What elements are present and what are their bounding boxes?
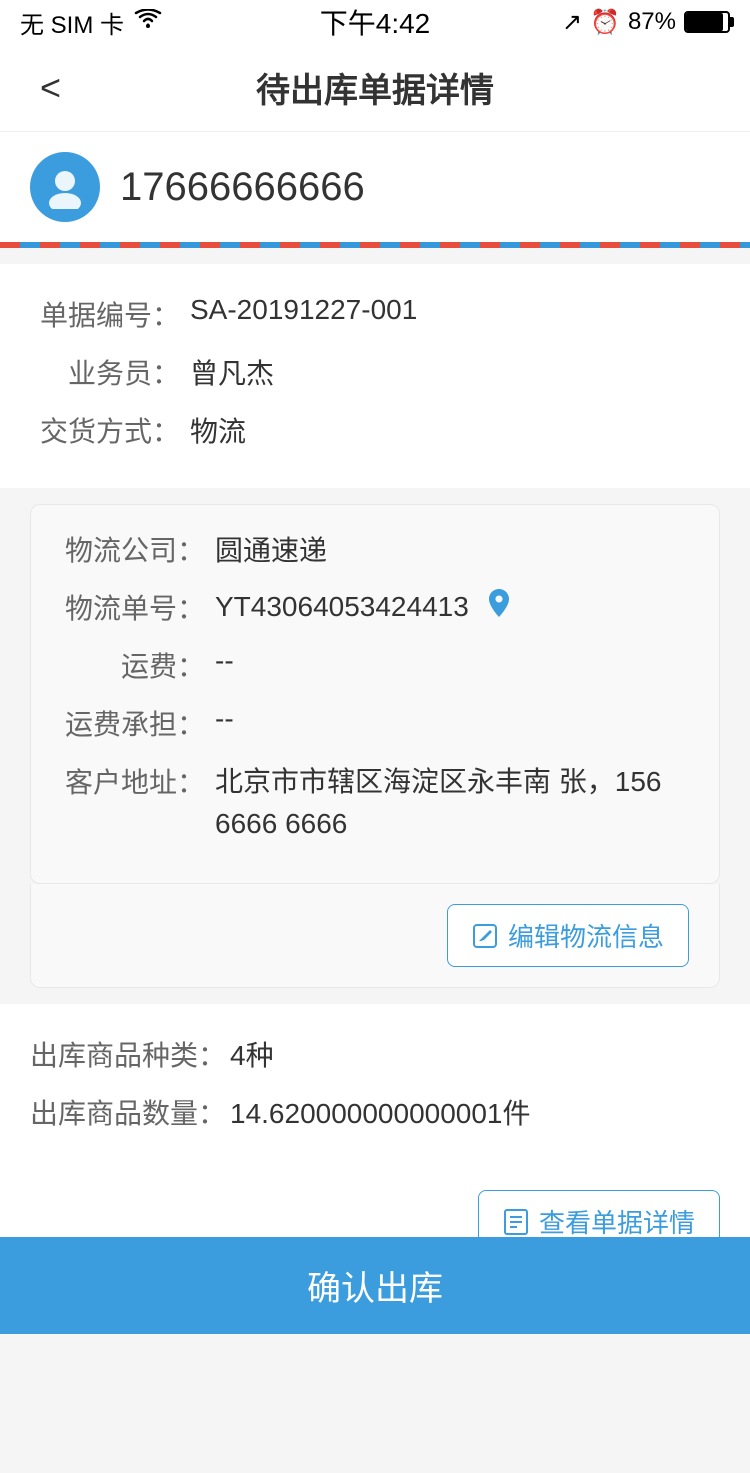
confirm-btn-wrapper: 确认出库 <box>0 1237 750 1334</box>
salesman-value: 曾凡杰 <box>180 352 720 392</box>
wifi-icon <box>134 8 162 36</box>
goods-types-label: 出库商品种类： <box>30 1034 230 1074</box>
edit-logistics-button[interactable]: 编辑物流信息 <box>447 904 689 967</box>
status-bar-left: 无 SIM 卡 <box>20 5 162 40</box>
back-button[interactable]: < <box>30 57 71 119</box>
delivery-row: 交货方式： 物流 <box>30 410 720 450</box>
confirm-outbound-button[interactable]: 确认出库 <box>0 1261 750 1310</box>
goods-quantity-label: 出库商品数量： <box>30 1092 230 1132</box>
logistics-freight-bearer-value: -- <box>205 703 695 735</box>
logistics-freight-value: -- <box>205 645 695 677</box>
dashed-separator <box>0 242 750 248</box>
delivery-value: 物流 <box>180 410 720 450</box>
logistics-card: 物流公司： 圆通速递 物流单号： YT43064053424413 运费： --… <box>30 504 720 884</box>
logistics-freight-bearer-row: 运费承担： -- <box>55 703 695 743</box>
status-bar-time: 下午4:42 <box>320 2 431 42</box>
alarm-icon: ⏰ <box>590 8 620 37</box>
logistics-tracking-value: YT43064053424413 <box>205 587 695 627</box>
order-no-row: 单据编号： SA-20191227-001 <box>30 294 720 334</box>
logistics-company-value: 圆通速递 <box>205 529 695 569</box>
logistics-address-label: 客户地址： <box>55 761 205 801</box>
logistics-tracking-row: 物流单号： YT43064053424413 <box>55 587 695 627</box>
status-bar-right: ↗ ⏰ 87% <box>562 8 730 37</box>
delivery-label: 交货方式： <box>30 410 180 450</box>
view-btn-label: 查看单据详情 <box>539 1203 695 1240</box>
order-no-label: 单据编号： <box>30 294 180 334</box>
battery-percent: 87% <box>628 8 676 36</box>
avatar <box>30 152 100 222</box>
logistics-freight-label: 运费： <box>55 645 205 685</box>
logistics-company-row: 物流公司： 圆通速递 <box>55 529 695 569</box>
status-bar: 无 SIM 卡 下午4:42 ↗ ⏰ 87% <box>0 0 750 44</box>
logistics-freight-row: 运费： -- <box>55 645 695 685</box>
logistics-company-label: 物流公司： <box>55 529 205 569</box>
order-no-value: SA-20191227-001 <box>180 294 720 326</box>
page-title: 待出库单据详情 <box>256 63 494 112</box>
battery-icon <box>684 11 730 33</box>
user-section: 17666666666 <box>0 132 750 242</box>
document-icon <box>503 1209 529 1235</box>
nav-bar: < 待出库单据详情 <box>0 44 750 132</box>
goods-types-value: 4种 <box>230 1034 720 1074</box>
logistics-freight-bearer-label: 运费承担： <box>55 703 205 743</box>
order-info-section: 单据编号： SA-20191227-001 业务员： 曾凡杰 交货方式： 物流 <box>0 264 750 488</box>
logistics-address-row: 客户地址： 北京市市辖区海淀区永丰南 张，156 6666 6666 <box>55 761 695 845</box>
location-icon: ↗ <box>562 8 582 37</box>
goods-quantity-value: 14.620000000000001件 <box>230 1092 720 1132</box>
goods-section: 出库商品种类： 4种 出库商品数量： 14.620000000000001件 <box>0 1004 750 1170</box>
goods-quantity-row: 出库商品数量： 14.620000000000001件 <box>30 1092 720 1132</box>
salesman-row: 业务员： 曾凡杰 <box>30 352 720 392</box>
tracking-no-text: YT43064053424413 <box>215 591 469 623</box>
carrier-text: 无 SIM 卡 <box>20 5 124 40</box>
logistics-address-value: 北京市市辖区海淀区永丰南 张，156 6666 6666 <box>205 761 695 845</box>
user-phone: 17666666666 <box>120 165 365 210</box>
tracking-location-icon[interactable] <box>483 587 515 627</box>
edit-btn-label: 编辑物流信息 <box>508 917 664 954</box>
goods-types-row: 出库商品种类： 4种 <box>30 1034 720 1074</box>
salesman-label: 业务员： <box>30 352 180 392</box>
edit-btn-wrapper: 编辑物流信息 <box>30 884 720 988</box>
logistics-tracking-label: 物流单号： <box>55 587 205 627</box>
edit-icon <box>472 923 498 949</box>
